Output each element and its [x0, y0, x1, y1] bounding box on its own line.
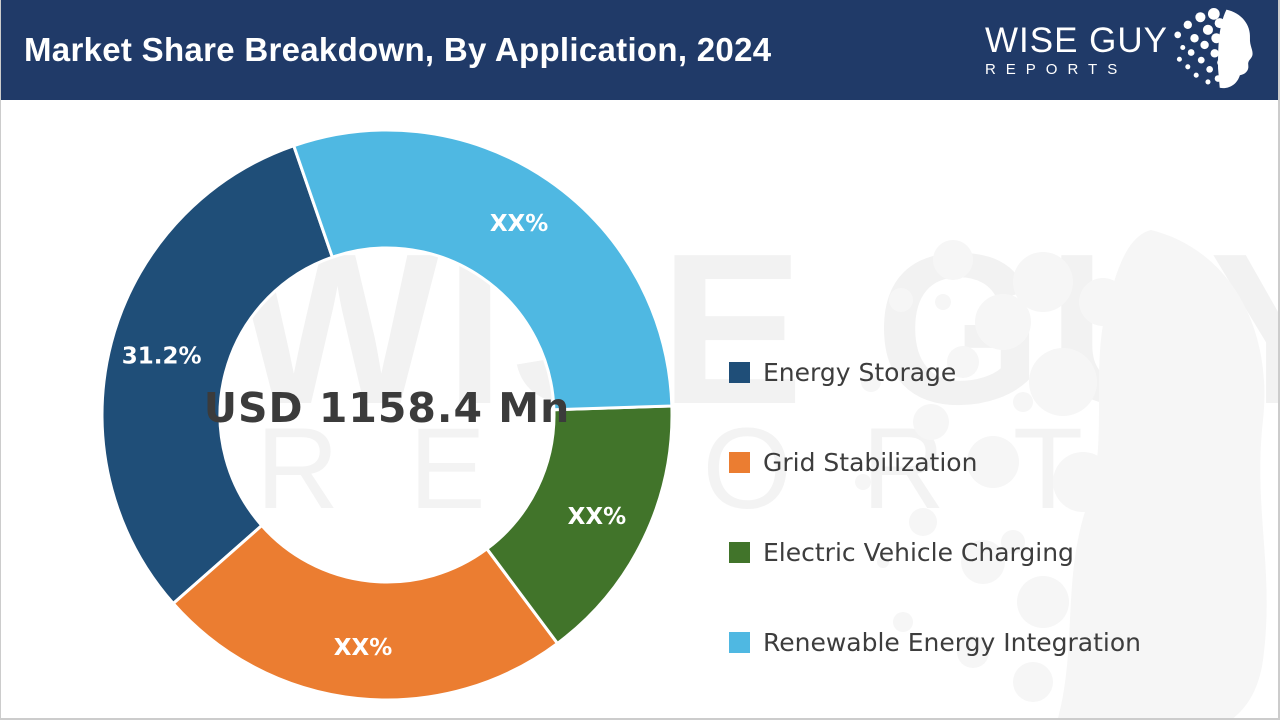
- legend-label-renewable-energy-integration: Renewable Energy Integration: [763, 627, 1141, 657]
- segment-label-energy-storage: 31.2%: [122, 344, 202, 370]
- chart-area: WISE GUY REPORTS 31.2% XX% XX% XX% USD 1158…: [1, 100, 1278, 718]
- chart-center-label: USD 1158.4 Mn: [203, 384, 571, 432]
- legend-swatch-grid-stabilization: [729, 451, 750, 473]
- donut-segment-renewable-energy-integration: [291, 128, 674, 412]
- legend-swatch-electric-vehicle-charging: [729, 541, 750, 563]
- page-title: Market Share Breakdown, By Application, …: [24, 31, 772, 68]
- segment-label-renewable-energy-integration: XX%: [490, 211, 549, 237]
- logo-head-icon: [1174, 8, 1253, 89]
- legend-item-electric-vehicle-charging: Electric Vehicle Charging: [729, 532, 1141, 572]
- legend-item-grid-stabilization: Grid Stabilization: [729, 442, 1141, 482]
- legend-item-renewable-energy-integration: Renewable Energy Integration: [729, 622, 1141, 662]
- legend-label-grid-stabilization: Grid Stabilization: [763, 447, 978, 477]
- segment-label-grid-stabilization: XX%: [334, 635, 393, 661]
- logo-subtitle: REPORTS: [984, 60, 1128, 78]
- logo-text: WISE GUY REPORTS: [985, 23, 1168, 78]
- infographic-page: Market Share Breakdown, By Application, …: [0, 0, 1280, 720]
- donut-segment-energy-storage: [100, 143, 335, 606]
- legend-label-energy-storage: Energy Storage: [763, 357, 957, 387]
- wise-guy-reports-logo: WISE GUY REPORTS: [985, 8, 1256, 92]
- chart-legend: Energy Storage Grid Stabilization Electric…: [729, 352, 1141, 662]
- logo-wordmark: WISE GUY: [984, 20, 1168, 60]
- header-bar: Market Share Breakdown, By Application, …: [1, 0, 1278, 100]
- legend-label-electric-vehicle-charging: Electric Vehicle Charging: [763, 537, 1074, 567]
- legend-swatch-renewable-energy-integration: [729, 631, 750, 653]
- legend-item-energy-storage: Energy Storage: [729, 352, 1141, 392]
- segment-label-electric-vehicle-charging: XX%: [568, 504, 627, 530]
- legend-swatch-energy-storage: [729, 361, 750, 383]
